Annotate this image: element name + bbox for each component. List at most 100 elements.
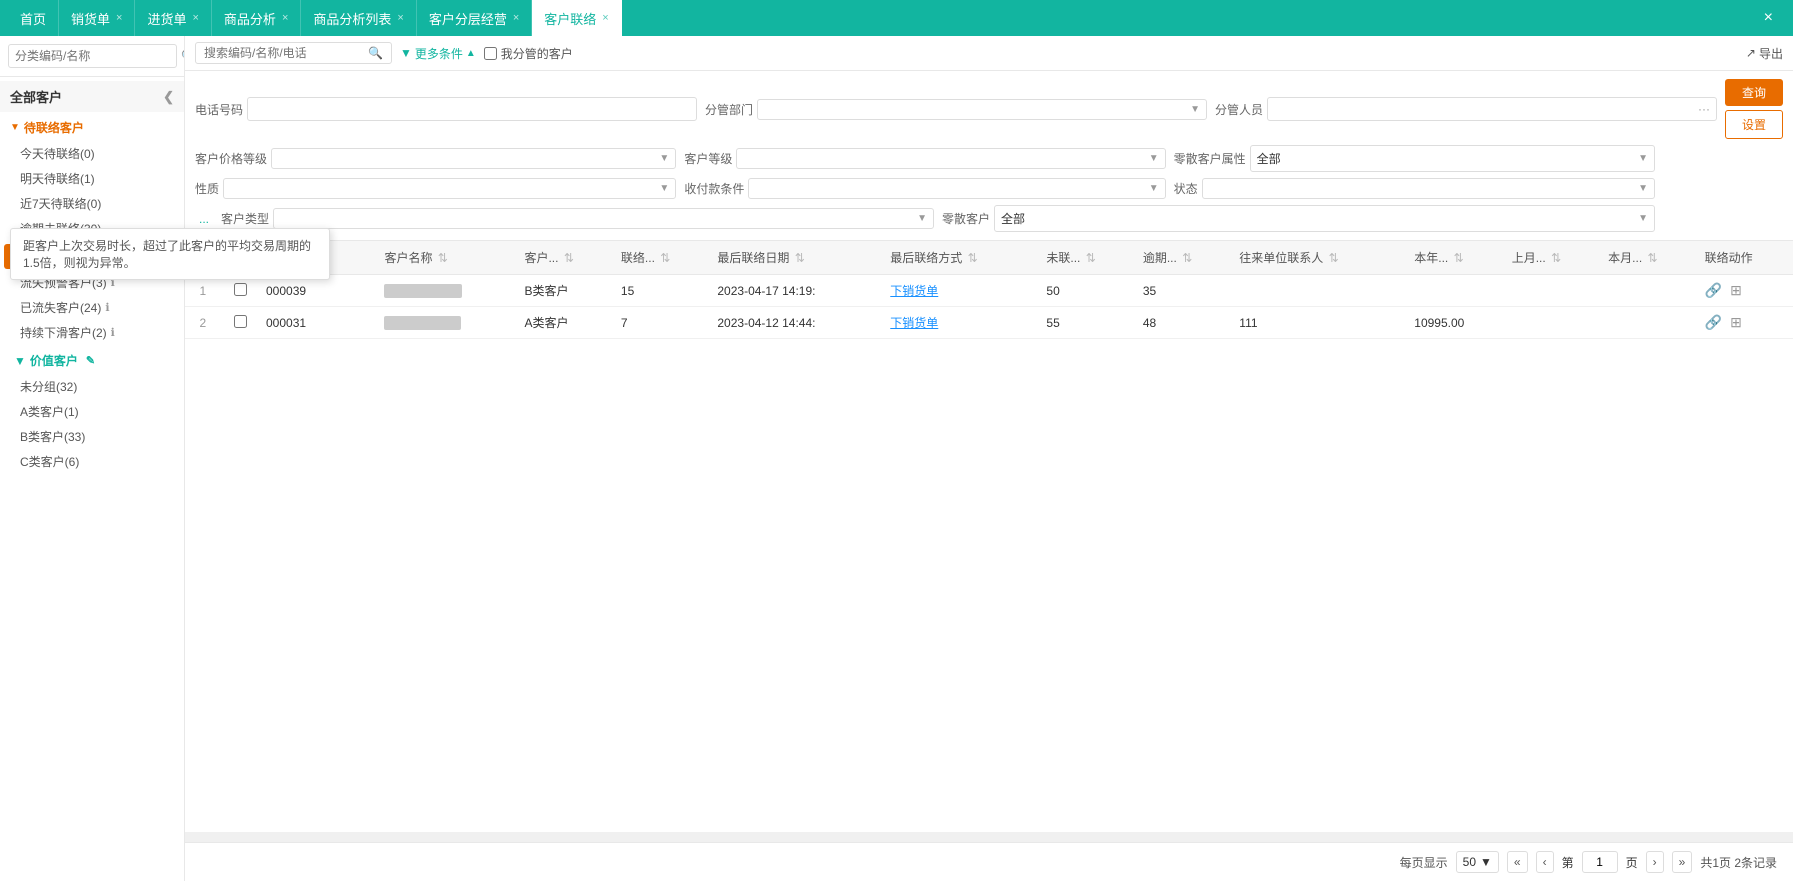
action-link-icon[interactable]: 🔗 (1705, 314, 1722, 331)
person-select[interactable]: ··· (1267, 97, 1717, 121)
horizontal-scrollbar[interactable] (185, 832, 1793, 842)
phone-input[interactable] (247, 97, 697, 121)
filter-retail-customer: 零散客户 全部 ▼ (942, 205, 1655, 232)
action-grid-icon[interactable]: ⊞ (1730, 314, 1742, 331)
sort-icon-last-month[interactable]: ⇅ (1551, 251, 1561, 265)
sidebar-item-class-b[interactable]: B类客户(33) (0, 424, 184, 449)
page-size-select[interactable]: 50 ▼ (1456, 851, 1499, 873)
col-contact-person: 往来单位联系人 ⇅ (1233, 241, 1408, 275)
row-checkbox[interactable] (234, 283, 247, 296)
sort-icon-method[interactable]: ⇅ (968, 251, 978, 265)
next-page-btn[interactable]: › (1646, 851, 1664, 873)
retail-customer-select[interactable]: 全部 ▼ (994, 205, 1655, 232)
filter-row-2: 客户价格等级 ▼ 客户等级 ▼ 零散客户属性 全部 ▼ (195, 145, 1783, 172)
more-icon[interactable]: ··· (1698, 102, 1710, 116)
overdue-days: 35 (1137, 275, 1233, 307)
nav-purchase-order[interactable]: 进货单 × (135, 0, 211, 36)
nav-customer-segment[interactable]: 客户分层经营 × (417, 0, 532, 36)
search-input[interactable] (204, 46, 364, 60)
chevron-down-icon-page: ▼ (1480, 855, 1492, 869)
col-uncontacted: 未联... ⇅ (1040, 241, 1136, 275)
sidebar-search-input[interactable] (8, 44, 177, 68)
export-button[interactable]: ↗ 导出 (1746, 45, 1783, 62)
sidebar-item-7day-pending[interactable]: 近7天待联络(0) (0, 191, 184, 216)
close-customer-contact-icon[interactable]: × (602, 12, 608, 24)
chevron-down-icon-status: ▼ (1638, 183, 1648, 194)
sort-icon-name[interactable]: ⇅ (438, 251, 448, 265)
last-contact-method[interactable]: 下销货单 (884, 275, 1040, 307)
sidebar-item-tomorrow-pending[interactable]: 明天待联络(1) (0, 166, 184, 191)
close-customer-segment-icon[interactable]: × (513, 12, 519, 24)
payment-select[interactable]: ▼ (748, 178, 1165, 199)
search-icon[interactable]: 🔍 (368, 46, 383, 60)
top-nav: 首页 销货单 × 进货单 × 商品分析 × 商品分析列表 × 客户分层经营 × … (0, 0, 1793, 36)
nav-home[interactable]: 首页 (8, 0, 59, 36)
filter-customer-level: 客户等级 ▼ (684, 148, 1165, 169)
page-input[interactable] (1582, 851, 1618, 873)
col-name: 客户名称 ⇅ (378, 241, 518, 275)
sort-icon-person[interactable]: ⇅ (1329, 251, 1339, 265)
close-sales-order-icon[interactable]: × (116, 12, 122, 24)
last-page-btn[interactable]: » (1672, 851, 1693, 873)
chevron-down-icon-retail-cust: ▼ (1638, 213, 1648, 224)
nav-sales-order[interactable]: 销货单 × (59, 0, 135, 36)
chevron-down-icon: ▼ (1190, 104, 1200, 115)
settings-button[interactable]: 设置 (1725, 110, 1783, 139)
filter-icon: ▼ (400, 46, 412, 60)
filter-person: 分管人员 ··· (1215, 97, 1717, 121)
close-product-analysis-icon[interactable]: × (282, 12, 288, 24)
sidebar-item-today-pending[interactable]: 今天待联络(0) (0, 141, 184, 166)
filter-dept: 分管部门 ▼ (705, 99, 1207, 120)
retail-attr-select[interactable]: 全部 ▼ (1250, 145, 1655, 172)
action-grid-icon[interactable]: ⊞ (1730, 282, 1742, 299)
customer-type-select[interactable]: ▼ (273, 208, 934, 229)
sort-icon-date[interactable]: ⇅ (795, 251, 805, 265)
my-customers-check[interactable] (484, 47, 497, 60)
filter-bar: 🔍 ▼ 更多条件 ▲ 我分管的客户 ↗ 导出 (185, 36, 1793, 71)
value-customer-title[interactable]: ▼ 价值客户 ✎ (0, 347, 184, 374)
pending-contact-group: ▼ 待联络客户 今天待联络(0) 明天待联络(1) 近7天待联络(0) 逾期未联… (0, 112, 184, 243)
pending-contact-title[interactable]: ▼ 待联络客户 (0, 114, 184, 141)
sort-icon-this-month[interactable]: ⇅ (1648, 251, 1658, 265)
row-checkbox[interactable] (234, 315, 247, 328)
close-purchase-order-icon[interactable]: × (192, 12, 198, 24)
table-row: 2000031A类客户72023-04-12 14:44:下销货单5548111… (185, 307, 1793, 339)
sidebar-item-class-c[interactable]: C类客户(6) (0, 449, 184, 474)
query-button[interactable]: 查询 (1725, 79, 1783, 106)
sort-icon-uncontacted[interactable]: ⇅ (1086, 251, 1096, 265)
contact-person: 111 (1233, 307, 1408, 339)
sidebar-item-unclassified[interactable]: 未分组(32) (0, 374, 184, 399)
first-page-btn[interactable]: « (1507, 851, 1528, 873)
sort-icon-year[interactable]: ⇅ (1454, 251, 1464, 265)
all-customers-section[interactable]: 全部客户 ❮ (0, 81, 184, 112)
nav-customer-contact[interactable]: 客户联络 × (532, 0, 621, 36)
sidebar-item-class-a[interactable]: A类客户(1) (0, 399, 184, 424)
more-filter-btn[interactable]: ... (195, 212, 213, 226)
customer-level-select[interactable]: ▼ (736, 148, 1165, 169)
my-customers-checkbox[interactable]: 我分管的客户 (484, 45, 573, 62)
action-link-icon[interactable]: 🔗 (1705, 282, 1722, 299)
window-close-button[interactable]: × (1752, 9, 1785, 27)
col-customer-type: 客户... ⇅ (518, 241, 614, 275)
this-year-amount: 10995.00 (1408, 307, 1505, 339)
sort-icon-overdue[interactable]: ⇅ (1182, 251, 1192, 265)
dept-select[interactable]: ▼ (757, 99, 1207, 120)
filter-row-4: ... 客户类型 ▼ 零散客户 全部 ▼ (195, 205, 1783, 232)
nav-product-analysis[interactable]: 商品分析 × (212, 0, 301, 36)
sidebar-item-declining[interactable]: 持续下滑客户(2) ℹ (0, 320, 184, 345)
row-checkbox-cell[interactable] (221, 307, 260, 339)
edit-icon[interactable]: ✎ (86, 354, 95, 367)
close-product-analysis-list-icon[interactable]: × (397, 12, 403, 24)
sort-icon-type[interactable]: ⇅ (564, 251, 574, 265)
nav-product-analysis-list[interactable]: 商品分析列表 × (301, 0, 416, 36)
more-conditions-btn[interactable]: ▼ 更多条件 ▲ (400, 45, 476, 62)
prev-page-btn[interactable]: ‹ (1536, 851, 1554, 873)
gender-select[interactable]: ▼ (223, 178, 676, 199)
sidebar-item-churned[interactable]: 已流失客户(24) ℹ (0, 295, 184, 320)
price-level-select[interactable]: ▼ (271, 148, 676, 169)
status-select[interactable]: ▼ (1202, 178, 1655, 199)
this-year-amount (1408, 275, 1505, 307)
sort-icon-contact[interactable]: ⇅ (660, 251, 670, 265)
last-contact-method[interactable]: 下销货单 (884, 307, 1040, 339)
last-contact-date: 2023-04-17 14:19: (711, 275, 884, 307)
